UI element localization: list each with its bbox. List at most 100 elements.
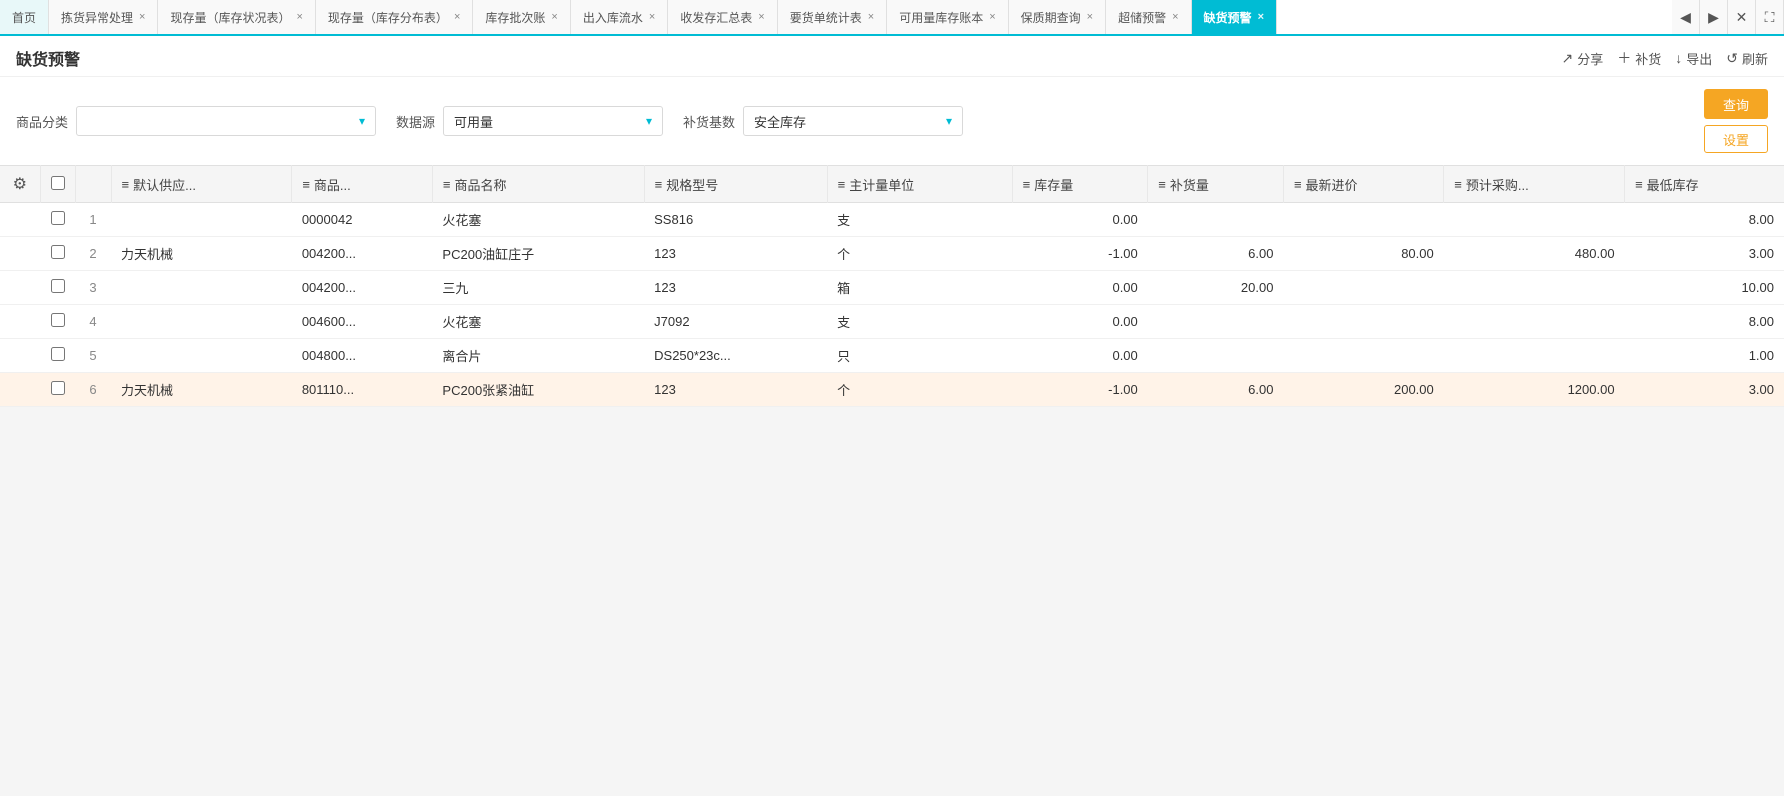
tab-item-order-stats[interactable]: 要货单统计表 × [778, 0, 887, 34]
th-latest-price[interactable]: ≡最新进价 [1283, 166, 1443, 203]
replenish-base-select[interactable]: 安全库存 ▾ [743, 106, 963, 136]
th-stock-qty[interactable]: ≡库存量 [1012, 166, 1148, 203]
action-btn-refresh[interactable]: ↺刷新 [1726, 49, 1768, 68]
share-label: 分享 [1577, 49, 1603, 68]
tab-close-order-stats[interactable]: × [868, 11, 874, 23]
tab-item-in-out-flow[interactable]: 出入库流水× [571, 0, 668, 34]
th-replenish-qty[interactable]: ≡补货量 [1148, 166, 1284, 203]
th-product-code[interactable]: ≡商品... [292, 166, 433, 203]
cell-stock-qty: -1.00 [1012, 373, 1148, 407]
row-number: 3 [75, 271, 111, 305]
row-checkbox[interactable] [51, 245, 65, 259]
tab-item-shortage[interactable]: 缺货预警× [1192, 0, 1277, 34]
tab-next-btn[interactable]: ▶ [1700, 0, 1728, 34]
tab-label-batch-account: 库存批次账 [485, 9, 545, 26]
settings-button[interactable]: 设置 [1704, 125, 1768, 153]
cell-spec: J7092 [644, 305, 827, 339]
cell-stock-qty: 0.00 [1012, 203, 1148, 237]
tab-expand-btn[interactable]: ⛶ [1756, 0, 1784, 34]
cell-estimated-purchase [1444, 305, 1625, 339]
cell-product-name: 火花塞 [432, 305, 644, 339]
cell-product-code: 004200... [292, 237, 433, 271]
tab-item-expiry-query[interactable]: 保质期查询× [1009, 0, 1106, 34]
cell-stock-qty: -1.00 [1012, 237, 1148, 271]
tab-close-overstock[interactable]: × [1172, 11, 1178, 23]
row-checkbox-cell [40, 237, 75, 271]
tab-item-home[interactable]: 首页 [0, 0, 49, 34]
cell-spec: 123 [644, 373, 827, 407]
refresh-icon: ↺ [1726, 50, 1738, 67]
tab-item-exception[interactable]: 拣货异常处理× [49, 0, 158, 34]
row-settings-cell [0, 305, 40, 339]
cell-latest-price: 200.00 [1283, 373, 1443, 407]
page-header: 缺货预警 ↗分享＋补货↓导出↺刷新 [0, 36, 1784, 77]
action-btn-share[interactable]: ↗分享 [1561, 49, 1603, 68]
cell-unit: 支 [827, 305, 1012, 339]
th-unit[interactable]: ≡主计量单位 [827, 166, 1012, 203]
tab-close-collect-summary[interactable]: × [758, 11, 764, 23]
table-header-row: ⚙ ≡默认供应... ≡商品... ≡商品名称 [0, 166, 1784, 203]
tab-label-order-stats: 要货单统计表 [790, 9, 862, 26]
tab-item-available-ledger[interactable]: 可用量库存账本× [887, 0, 1008, 34]
cell-spec: DS250*23c... [644, 339, 827, 373]
tab-close-all-btn[interactable]: ✕ [1728, 0, 1756, 34]
th-row-num [75, 166, 111, 203]
tab-close-in-out-flow[interactable]: × [649, 11, 655, 23]
tab-prev-btn[interactable]: ◀ [1672, 0, 1700, 34]
cell-latest-price: 80.00 [1283, 237, 1443, 271]
query-button[interactable]: 查询 [1704, 89, 1768, 119]
row-number: 4 [75, 305, 111, 339]
tab-close-expiry-query[interactable]: × [1087, 11, 1093, 23]
category-select[interactable]: ▾ [76, 106, 376, 136]
tab-label-collect-summary: 收发存汇总表 [680, 9, 752, 26]
cell-product-code: 0000042 [292, 203, 433, 237]
tab-close-shortage[interactable]: × [1258, 11, 1264, 23]
row-checkbox[interactable] [51, 279, 65, 293]
action-btn-export[interactable]: ↓导出 [1675, 49, 1712, 68]
table-wrapper: ⚙ ≡默认供应... ≡商品... ≡商品名称 [0, 165, 1784, 407]
tab-item-inventory-dist[interactable]: 现存量（库存分布表）× [316, 0, 473, 34]
tab-item-inventory-status[interactable]: 现存量（库存状况表）× [158, 0, 315, 34]
th-spec[interactable]: ≡规格型号 [644, 166, 827, 203]
th-min-stock[interactable]: ≡最低库存 [1625, 166, 1784, 203]
replenish-base-dropdown-icon: ▾ [946, 114, 952, 128]
cell-default-supplier [111, 339, 292, 373]
tab-item-overstock[interactable]: 超储预警× [1106, 0, 1191, 34]
share-icon: ↗ [1561, 50, 1573, 67]
refresh-label: 刷新 [1742, 49, 1768, 68]
action-btn-replenish[interactable]: ＋补货 [1617, 48, 1661, 68]
cell-product-name: 离合片 [432, 339, 644, 373]
replenish-base-select-value: 安全库存 [754, 112, 806, 131]
row-checkbox[interactable] [51, 381, 65, 395]
tab-close-available-ledger[interactable]: × [989, 11, 995, 23]
tab-close-inventory-dist[interactable]: × [454, 11, 460, 23]
cell-latest-price [1283, 271, 1443, 305]
row-checkbox[interactable] [51, 211, 65, 225]
filter-right-buttons: 查询 设置 [1704, 89, 1768, 153]
tab-item-batch-account[interactable]: 库存批次账 × [473, 0, 570, 34]
select-all-checkbox[interactable] [51, 176, 65, 190]
cell-estimated-purchase [1444, 271, 1625, 305]
datasource-filter-group: 数据源 可用量 ▾ [396, 106, 663, 136]
replenish-base-label: 补货基数 [683, 112, 735, 131]
row-checkbox[interactable] [51, 347, 65, 361]
category-label: 商品分类 [16, 112, 68, 131]
cell-estimated-purchase [1444, 203, 1625, 237]
tab-close-batch-account[interactable]: × [551, 11, 557, 23]
row-settings-cell [0, 203, 40, 237]
th-product-name[interactable]: ≡商品名称 [432, 166, 644, 203]
tab-close-inventory-status[interactable]: × [296, 11, 302, 23]
cell-product-code: 801110... [292, 373, 433, 407]
cell-unit: 箱 [827, 271, 1012, 305]
cell-product-code: 004800... [292, 339, 433, 373]
th-default-supplier[interactable]: ≡默认供应... [111, 166, 292, 203]
table-settings-icon[interactable]: ⚙ [13, 176, 27, 193]
tab-item-collect-summary[interactable]: 收发存汇总表 × [668, 0, 777, 34]
cell-product-name: 三九 [432, 271, 644, 305]
datasource-select[interactable]: 可用量 ▾ [443, 106, 663, 136]
th-estimated-purchase[interactable]: ≡预计采购... [1444, 166, 1625, 203]
cell-min-stock: 3.00 [1625, 373, 1784, 407]
cell-replenish-qty: 6.00 [1148, 237, 1284, 271]
row-checkbox[interactable] [51, 313, 65, 327]
tab-close-exception[interactable]: × [139, 11, 145, 23]
